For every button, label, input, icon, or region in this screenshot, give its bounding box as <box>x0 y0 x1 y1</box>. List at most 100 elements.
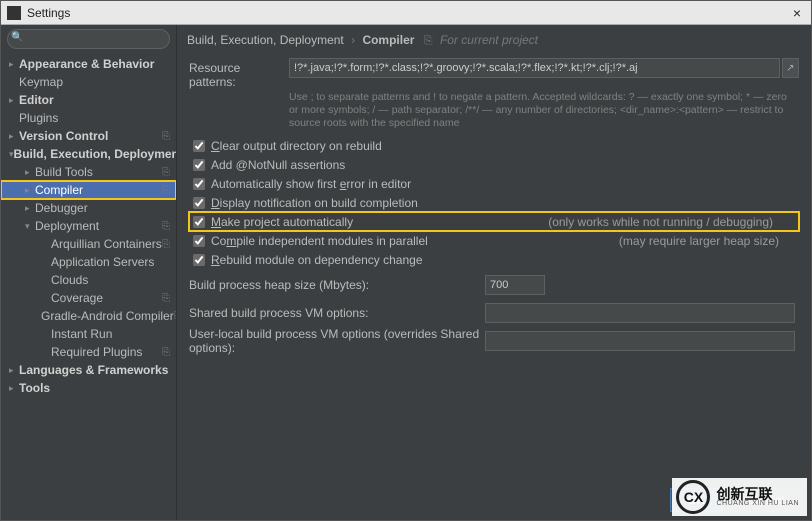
watermark: CX 创新互联 CHUANG XIN HU LIAN <box>672 478 807 516</box>
arrow-icon: ▸ <box>9 95 19 106</box>
watermark-logo: CX <box>676 480 710 514</box>
gear-icon: ⎘ <box>162 131 170 142</box>
sidebar-item-clouds[interactable]: Clouds <box>1 271 176 289</box>
project-icon: ⎘ <box>424 35 433 47</box>
sidebar-item-keymap[interactable]: Keymap <box>1 73 176 91</box>
check-label: Rebuild module on dependency change <box>211 253 423 267</box>
shared-label: Shared build process VM options: <box>189 306 485 320</box>
sidebar-item-build-tools[interactable]: ▸Build Tools ⎘ <box>1 163 176 181</box>
resource-hint: Use ; to separate patterns and ! to nega… <box>189 89 799 136</box>
sidebar-item-label: Debugger <box>35 201 88 215</box>
gear-icon: ⎘ <box>174 311 176 322</box>
check-display-notification-on-build-completion: Display notification on build completion <box>189 193 799 212</box>
checkbox[interactable] <box>193 235 205 247</box>
sidebar-item-languages-frameworks[interactable]: ▸Languages & Frameworks <box>1 361 176 379</box>
sidebar-item-deployment[interactable]: ▾Deployment⎘ <box>1 217 176 235</box>
checkbox[interactable] <box>193 159 205 171</box>
sidebar-item-debugger[interactable]: ▸Debugger <box>1 199 176 217</box>
breadcrumb-b: Compiler <box>362 33 414 47</box>
sidebar-item-label: Application Servers <box>51 255 154 269</box>
breadcrumb-suffix: For current project <box>440 33 538 47</box>
sidebar-item-tools[interactable]: ▸Tools <box>1 379 176 397</box>
resource-row: Resource patterns: ↗ <box>189 58 799 89</box>
search-icon: 🔍 <box>11 32 23 43</box>
check-compile-independent-modules-in-parallel: Compile independent modules in parallel (… <box>189 231 799 250</box>
sidebar-item-build-execution-deployment[interactable]: ▾Build, Execution, Deployment <box>1 145 176 163</box>
arrow-icon: ▸ <box>25 203 35 214</box>
shared-input[interactable] <box>485 303 795 323</box>
sidebar-item-label: Version Control <box>19 129 108 143</box>
arrow-icon: ▸ <box>9 59 19 70</box>
watermark-text-en: CHUANG XIN HU LIAN <box>716 500 799 507</box>
arrow-icon: ▸ <box>9 383 19 394</box>
user-row: User-local build process VM options (ove… <box>189 329 799 353</box>
sidebar-item-appearance-behavior[interactable]: ▸Appearance & Behavior <box>1 55 176 73</box>
settings-tree[interactable]: ▸Appearance & BehaviorKeymap▸EditorPlugi… <box>1 53 176 520</box>
gear-icon: ⎘ <box>162 239 170 250</box>
check-label: Automatically show first error in editor <box>211 177 411 191</box>
search-input[interactable] <box>7 29 170 49</box>
heap-label: Build process heap size (Mbytes): <box>189 278 485 292</box>
gear-icon: ⎘ <box>162 167 170 178</box>
resource-patterns-input[interactable] <box>289 58 780 78</box>
sidebar-item-gradle-android-compiler[interactable]: Gradle-Android Compiler⎘ <box>1 307 176 325</box>
sidebar-item-label: Instant Run <box>51 327 112 341</box>
arrow-icon: ▾ <box>25 221 35 232</box>
titlebar: Settings × <box>1 1 811 25</box>
sidebar-item-arquillian-containers[interactable]: Arquillian Containers⎘ <box>1 235 176 253</box>
check-clear-output-directory-on-rebuild: Clear output directory on rebuild <box>189 136 799 155</box>
sidebar-item-required-plugins[interactable]: Required Plugins ⎘ <box>1 343 176 361</box>
close-icon[interactable]: × <box>789 5 805 21</box>
sidebar-item-label: Coverage <box>51 291 103 305</box>
check-note: (may require larger heap size) <box>619 234 799 248</box>
sidebar-item-instant-run[interactable]: Instant Run <box>1 325 176 343</box>
check-label: Make project automatically <box>211 215 353 229</box>
heap-input[interactable] <box>485 275 545 295</box>
checkbox-group: Clear output directory on rebuild Add @No… <box>189 136 799 269</box>
sidebar-item-editor[interactable]: ▸Editor <box>1 91 176 109</box>
sidebar-item-label: Editor <box>19 93 54 107</box>
checkbox[interactable] <box>193 197 205 209</box>
sidebar-item-plugins[interactable]: Plugins <box>1 109 176 127</box>
check-make-project-automatically: Make project automatically (only works wh… <box>189 212 799 231</box>
user-label: User-local build process VM options (ove… <box>189 327 485 355</box>
app-icon <box>7 6 21 20</box>
sidebar-item-label: Languages & Frameworks <box>19 363 168 377</box>
sidebar-item-label: Arquillian Containers <box>51 237 162 251</box>
resource-label: Resource patterns: <box>189 58 289 89</box>
checkbox[interactable] <box>193 140 205 152</box>
user-input[interactable] <box>485 331 795 351</box>
window-title: Settings <box>27 6 789 20</box>
check-note: (only works while not running / debuggin… <box>548 215 793 229</box>
sidebar-item-label: Build Tools <box>35 165 93 179</box>
body: 🔍 ▸Appearance & BehaviorKeymap▸EditorPlu… <box>1 25 811 520</box>
arrow-icon: ▸ <box>9 365 19 376</box>
check-rebuild-module-on-dependency-change: Rebuild module on dependency change <box>189 250 799 269</box>
check-label: Add @NotNull assertions <box>211 158 345 172</box>
settings-window: Settings × 🔍 ▸Appearance & Behavior Keyma… <box>0 0 812 521</box>
sidebar-item-compiler[interactable]: ▸Compiler⎘ <box>1 181 176 199</box>
compiler-form: Resource patterns: ↗ Use ; to separate p… <box>177 54 811 353</box>
checkbox[interactable] <box>193 178 205 190</box>
check-label: Clear output directory on rebuild <box>211 139 382 153</box>
sidebar-item-label: Deployment <box>35 219 99 233</box>
sidebar-item-version-control[interactable]: ▸Version Control ⎘ <box>1 127 176 145</box>
arrow-icon: ▸ <box>25 167 35 178</box>
breadcrumb-a: Build, Execution, Deployment <box>187 33 344 47</box>
gear-icon: ⎘ <box>162 347 170 358</box>
arrow-icon: ▸ <box>25 185 35 196</box>
sidebar-item-label: Keymap <box>19 75 63 89</box>
sidebar-item-coverage[interactable]: Coverage⎘ <box>1 289 176 307</box>
gear-icon: ⎘ <box>162 185 170 196</box>
sidebar-item-label: Required Plugins <box>51 345 142 359</box>
arrow-icon: ▸ <box>9 131 19 142</box>
expand-icon[interactable]: ↗ <box>782 58 799 78</box>
check-label: Compile independent modules in parallel <box>211 234 428 248</box>
breadcrumb-sep: › <box>351 33 355 47</box>
check-label: Display notification on build completion <box>211 196 418 210</box>
sidebar-item-application-servers[interactable]: Application Servers <box>1 253 176 271</box>
shared-row: Shared build process VM options: <box>189 301 799 325</box>
sidebar-item-label: Build, Execution, Deployment <box>14 147 176 161</box>
checkbox[interactable] <box>193 254 205 266</box>
checkbox[interactable] <box>193 216 205 228</box>
